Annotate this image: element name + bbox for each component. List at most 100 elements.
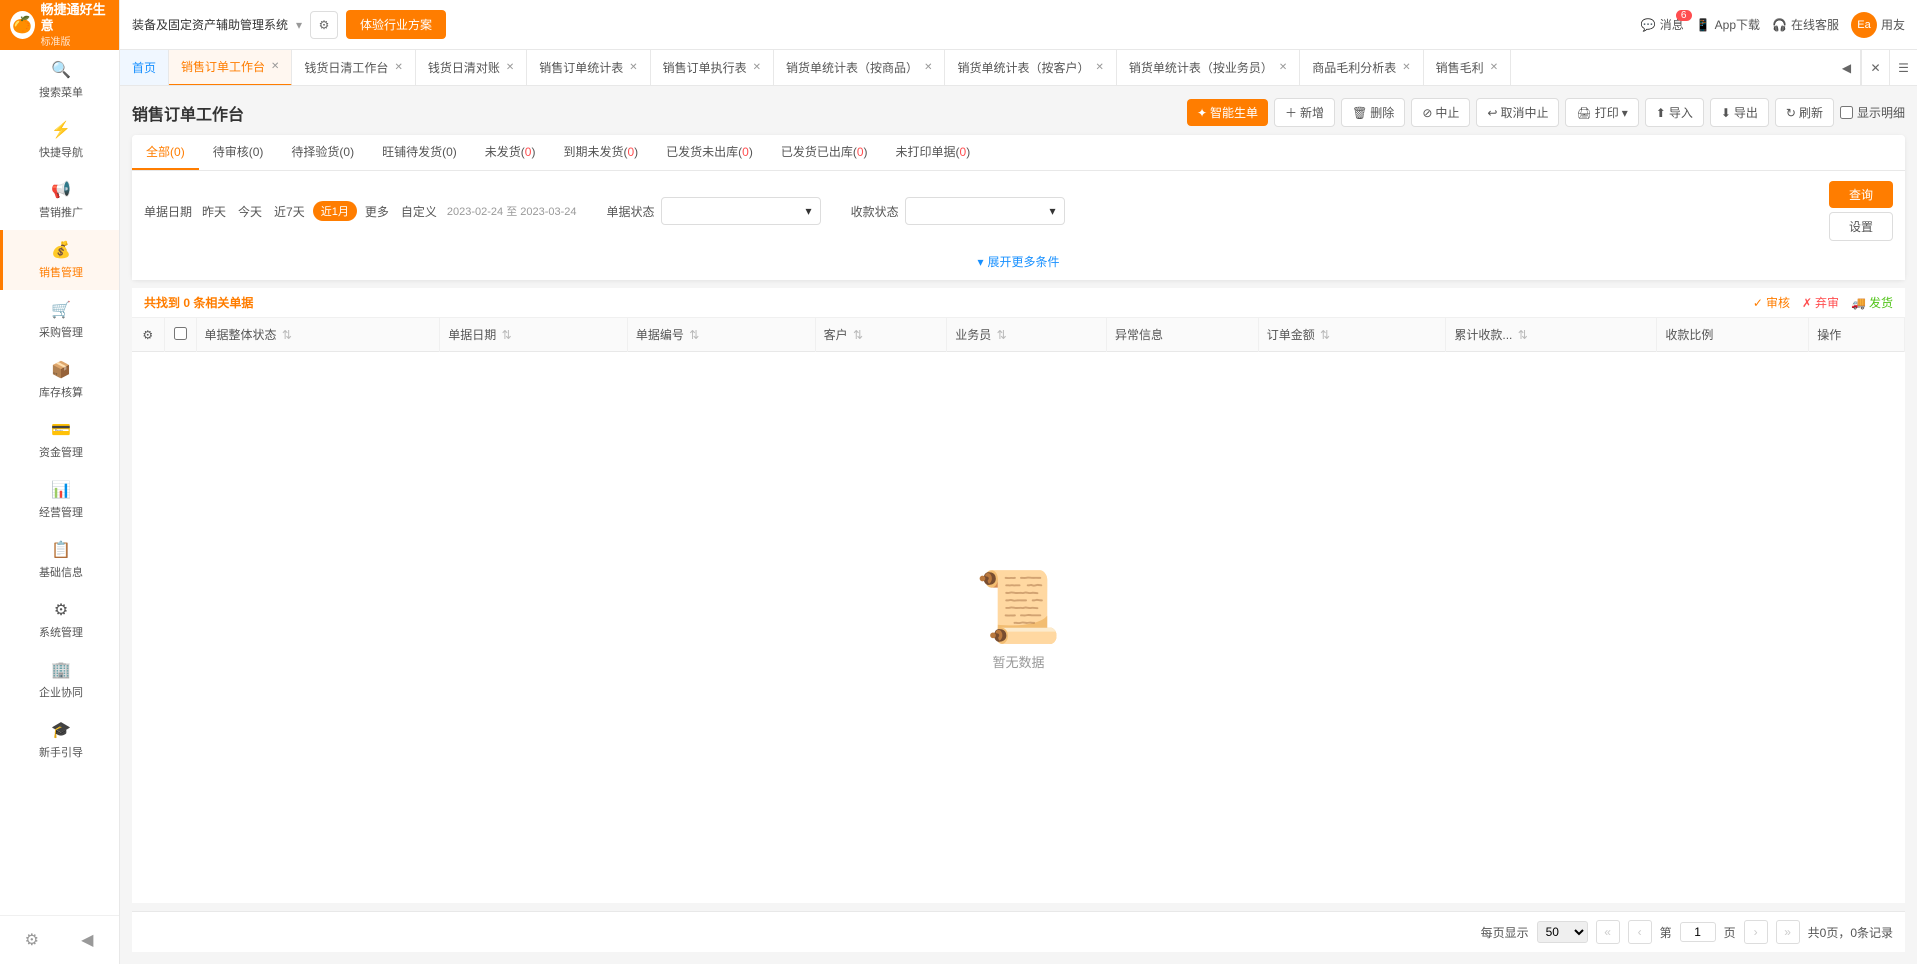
sidebar-item-operation[interactable]: 📊经营管理 bbox=[0, 470, 119, 530]
tab-close-7[interactable]: ✕ bbox=[1095, 62, 1103, 73]
tab-1[interactable]: 销售订单工作台✕ bbox=[169, 50, 292, 86]
date-shortcut-近7天[interactable]: 近7天 bbox=[270, 201, 309, 222]
next-page-button[interactable]: › bbox=[1744, 920, 1768, 944]
tab-4[interactable]: 销售订单统计表✕ bbox=[527, 50, 650, 86]
first-page-button[interactable]: « bbox=[1596, 920, 1620, 944]
industry-solution-button[interactable]: 体验行业方案 bbox=[346, 10, 446, 39]
tab-menu-button[interactable]: ☰ bbox=[1889, 50, 1917, 86]
page-input[interactable] bbox=[1680, 922, 1716, 942]
date-shortcut-昨天[interactable]: 昨天 bbox=[198, 201, 230, 222]
date-shortcut-近1月[interactable]: 近1月 bbox=[313, 201, 357, 221]
tab-2[interactable]: 钱货日清工作台✕ bbox=[292, 50, 415, 86]
collapse-button[interactable]: ◀ bbox=[64, 924, 112, 956]
date-shortcut-自定义[interactable]: 自定义 bbox=[397, 201, 441, 222]
tab-scroll-left[interactable]: ◀ bbox=[1833, 50, 1861, 86]
th-salesperson[interactable]: 业务员 ⇅ bbox=[947, 318, 1107, 352]
sidebar-item-basic[interactable]: 📋基础信息 bbox=[0, 530, 119, 590]
table-scroll-area[interactable]: ⚙ 单据整体状态 ⇅ 单据日期 ⇅ 单据编号 ⇅ 客户 ⇅ 业务员 ⇅ 异常信息… bbox=[132, 318, 1905, 352]
review-action-button[interactable]: ✓ 审核 bbox=[1753, 294, 1790, 311]
system-dropdown-icon[interactable]: ▾ bbox=[296, 18, 302, 32]
sidebar-item-enterprise[interactable]: 🏢企业协同 bbox=[0, 650, 119, 710]
filter-tab-2[interactable]: 待择验货(0) bbox=[277, 135, 368, 170]
sidebar-item-finance[interactable]: 💳资金管理 bbox=[0, 410, 119, 470]
last-page-button[interactable]: » bbox=[1776, 920, 1800, 944]
sidebar-item-inventory[interactable]: 📦库存核算 bbox=[0, 350, 119, 410]
show-detail-input[interactable] bbox=[1840, 106, 1853, 119]
export-button[interactable]: ⬇ 导出 bbox=[1710, 98, 1769, 127]
cancel-review-action-button[interactable]: ✗ 弃审 bbox=[1802, 294, 1839, 311]
th-customer[interactable]: 客户 ⇅ bbox=[815, 318, 947, 352]
sidebar-item-purchase[interactable]: 🛒采购管理 bbox=[0, 290, 119, 350]
tab-close-3[interactable]: ✕ bbox=[506, 62, 514, 73]
date-shortcut-更多[interactable]: 更多 bbox=[361, 201, 393, 222]
stop-button[interactable]: ⊘ 中止 bbox=[1411, 98, 1470, 127]
tab-7[interactable]: 销货单统计表（按客户）✕ bbox=[945, 50, 1116, 86]
app-download-button[interactable]: 📱 App下载 bbox=[1696, 16, 1760, 33]
th-amount[interactable]: 订单金额 ⇅ bbox=[1258, 318, 1446, 352]
tab-close-1[interactable]: ✕ bbox=[271, 61, 279, 72]
sidebar-item-guide[interactable]: 🎓新手引导 bbox=[0, 710, 119, 770]
filter-tab-4[interactable]: 未发货(0) bbox=[471, 135, 550, 170]
ship-action-button[interactable]: 🚚 发货 bbox=[1851, 294, 1893, 311]
filter-tab-7[interactable]: 已发货已出库(0) bbox=[767, 135, 882, 170]
settings-button[interactable]: ⚙ bbox=[8, 924, 56, 956]
filter-tab-5[interactable]: 到期未发货(0) bbox=[549, 135, 652, 170]
expand-conditions-button[interactable]: ▾ 展开更多条件 bbox=[977, 253, 1059, 270]
sidebar-item-search[interactable]: 🔍搜索菜单 bbox=[0, 50, 119, 110]
th-settings[interactable]: ⚙ bbox=[132, 318, 164, 352]
filter-setting-button[interactable]: 设置 bbox=[1829, 212, 1893, 241]
sidebar-item-quick-nav[interactable]: ⚡快捷导航 bbox=[0, 110, 119, 170]
per-page-select[interactable]: 50 100 200 bbox=[1537, 921, 1588, 943]
tab-0[interactable]: 首页 bbox=[120, 50, 169, 86]
tab-5[interactable]: 销售订单执行表✕ bbox=[651, 50, 774, 86]
status-select[interactable]: ▾ bbox=[661, 197, 821, 225]
th-status[interactable]: 单据整体状态 ⇅ bbox=[196, 318, 440, 352]
cancel-icon: ✗ bbox=[1802, 296, 1812, 310]
receipt-select[interactable]: ▾ bbox=[905, 197, 1065, 225]
delete-button[interactable]: 🗑 删除 bbox=[1341, 98, 1405, 127]
sidebar-item-system[interactable]: ⚙系统管理 bbox=[0, 590, 119, 650]
date-shortcut-今天[interactable]: 今天 bbox=[234, 201, 266, 222]
tab-9[interactable]: 商品毛利分析表✕ bbox=[1300, 50, 1423, 86]
horizontal-scrollbar[interactable] bbox=[132, 891, 1905, 903]
online-service-button[interactable]: 🎧 在线客服 bbox=[1772, 16, 1839, 33]
tab-close-9[interactable]: ✕ bbox=[1402, 62, 1410, 73]
show-detail-checkbox[interactable]: 显示明细 bbox=[1840, 104, 1905, 121]
filter-tab-0[interactable]: 全部(0) bbox=[132, 135, 199, 170]
filter-tab-8[interactable]: 未打印单据(0) bbox=[882, 135, 985, 170]
add-button[interactable]: ＋ 新增 bbox=[1274, 98, 1335, 127]
prev-page-button[interactable]: ‹ bbox=[1628, 920, 1652, 944]
tab-8[interactable]: 销货单统计表（按业务员）✕ bbox=[1117, 50, 1300, 86]
tab-close-5[interactable]: ✕ bbox=[753, 62, 761, 73]
tab-close-8[interactable]: ✕ bbox=[1279, 62, 1287, 73]
tab-close-6[interactable]: ✕ bbox=[924, 62, 932, 73]
query-button[interactable]: 查询 bbox=[1829, 181, 1893, 208]
tab-close-2[interactable]: ✕ bbox=[394, 62, 402, 73]
tab-10[interactable]: 销售毛利✕ bbox=[1424, 50, 1511, 86]
tab-close-4[interactable]: ✕ bbox=[629, 62, 637, 73]
th-number[interactable]: 单据编号 ⇅ bbox=[627, 318, 815, 352]
message-button[interactable]: 💬 消息 6 bbox=[1641, 16, 1684, 33]
app-icon: 📱 bbox=[1696, 18, 1711, 32]
close-all-tabs-button[interactable]: ✕ bbox=[1861, 50, 1889, 86]
cancel-stop-button[interactable]: ↩ 取消中止 bbox=[1476, 98, 1559, 127]
sidebar-item-sales[interactable]: 💰销售管理 bbox=[0, 230, 119, 290]
select-all-checkbox[interactable] bbox=[174, 327, 187, 340]
smart-create-button[interactable]: ✦ 智能生单 bbox=[1187, 99, 1268, 126]
sidebar-item-marketing[interactable]: 📢营销推广 bbox=[0, 170, 119, 230]
import-button[interactable]: ⬆ 导入 bbox=[1645, 98, 1704, 127]
refresh-button[interactable]: ↻ 刷新 bbox=[1775, 98, 1834, 127]
th-date[interactable]: 单据日期 ⇅ bbox=[440, 318, 628, 352]
print-button[interactable]: 🖨 打印 ▾ bbox=[1565, 98, 1638, 127]
user-menu[interactable]: Ea 用友 bbox=[1851, 12, 1905, 38]
topbar-gear-button[interactable]: ⚙ bbox=[310, 11, 338, 39]
tab-6[interactable]: 销货单统计表（按商品）✕ bbox=[774, 50, 945, 86]
tab-label-0: 首页 bbox=[132, 59, 156, 76]
tab-close-10[interactable]: ✕ bbox=[1490, 62, 1498, 73]
filter-tab-3[interactable]: 旺铺待发货(0) bbox=[368, 135, 471, 170]
th-checkbox[interactable] bbox=[164, 318, 196, 352]
tab-3[interactable]: 钱货日清对账✕ bbox=[416, 50, 527, 86]
th-collected[interactable]: 累计收款... ⇅ bbox=[1446, 318, 1657, 352]
filter-tab-6[interactable]: 已发货未出库(0) bbox=[652, 135, 767, 170]
filter-tab-1[interactable]: 待审核(0) bbox=[199, 135, 278, 170]
